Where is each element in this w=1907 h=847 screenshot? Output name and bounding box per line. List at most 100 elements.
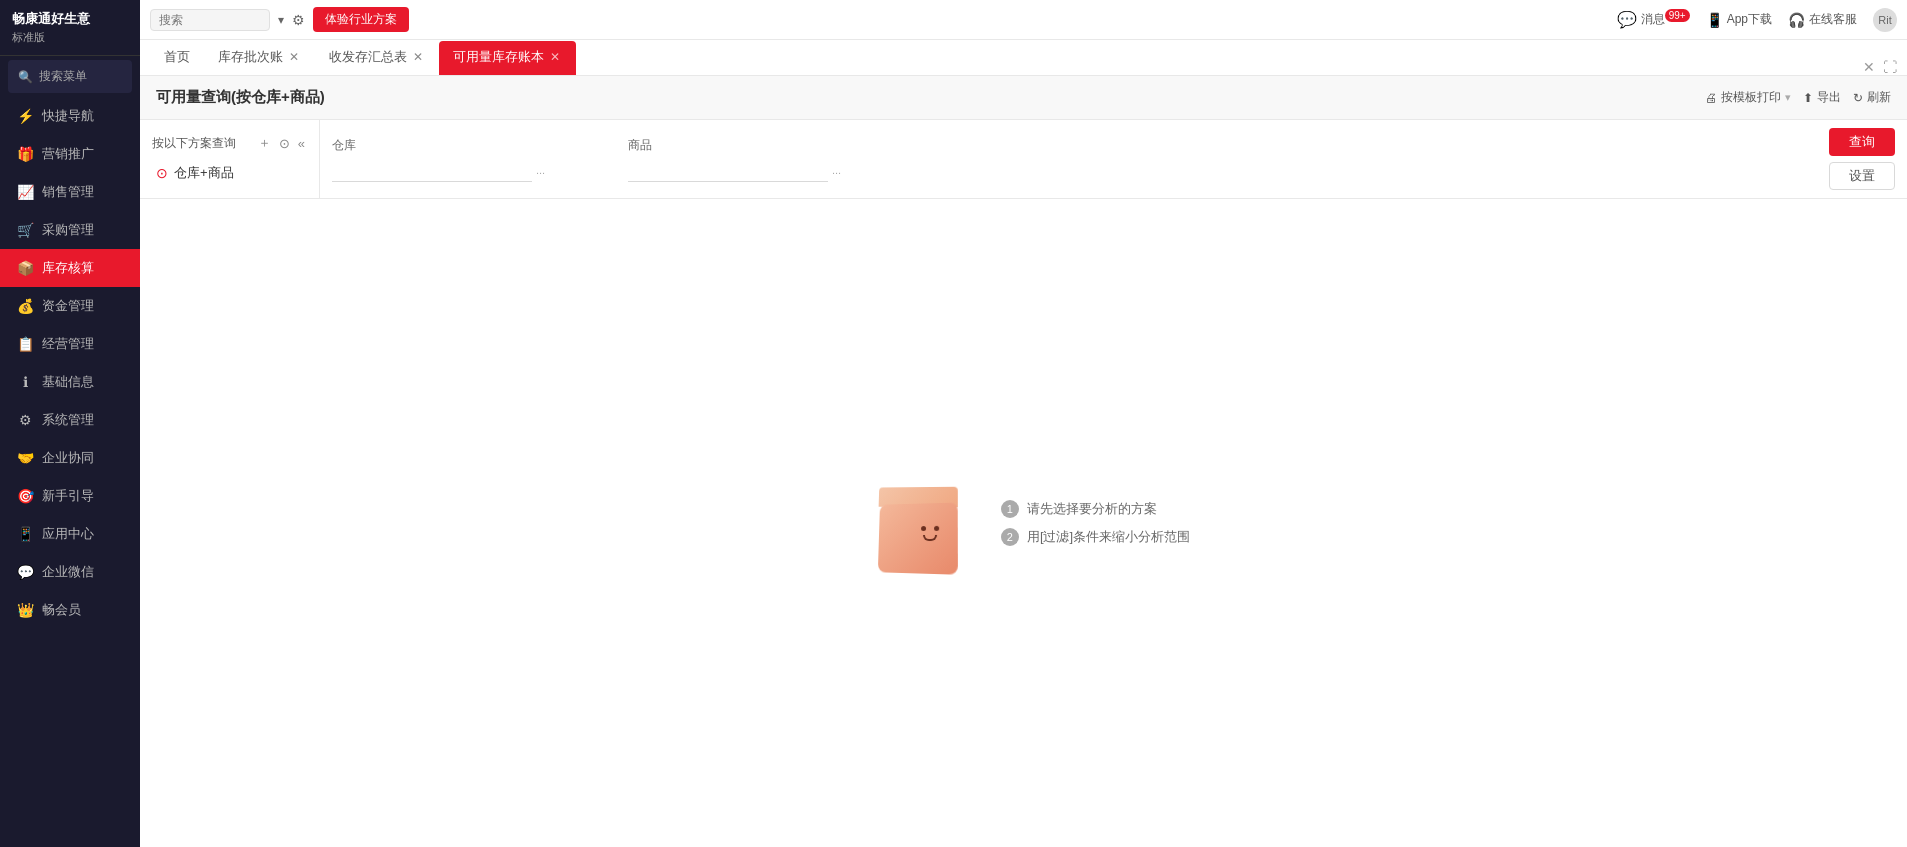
sidebar-item-sales[interactable]: 📈 销售管理 bbox=[0, 173, 140, 211]
tab-bar: 首页 库存批次账 ✕ 收发存汇总表 ✕ 可用量库存账本 ✕ ✕ ⛶ bbox=[140, 40, 1907, 76]
sidebar: 畅康通好生意 标准版 🔍 搜索菜单 ⚡ 快捷导航 🎁 营销推广 📈 销售管理 🛒… bbox=[0, 0, 140, 847]
sidebar-search[interactable]: 🔍 搜索菜单 bbox=[8, 60, 132, 93]
main-content: ▾ ⚙ 体验行业方案 💬 消息 99+ 📱 App下载 🎧 在线客服 Rit bbox=[140, 0, 1907, 847]
sidebar-item-app-center[interactable]: 📱 应用中心 bbox=[0, 515, 140, 553]
tab-batch[interactable]: 库存批次账 ✕ bbox=[204, 41, 315, 75]
query-action-buttons: 查询 设置 bbox=[1829, 128, 1895, 190]
notification-item[interactable]: 💬 消息 99+ bbox=[1617, 10, 1690, 29]
collapse-button[interactable]: « bbox=[296, 134, 307, 153]
sidebar-item-wechat[interactable]: 💬 企业微信 bbox=[0, 553, 140, 591]
trial-button[interactable]: 体验行业方案 bbox=[313, 7, 409, 32]
notification-badge: 99+ bbox=[1665, 9, 1690, 22]
print-button[interactable]: 🖨 按模板打印 ▾ bbox=[1705, 89, 1791, 106]
page-header: 可用量查询(按仓库+商品) 🖨 按模板打印 ▾ ⬆ 导出 ↻ 刷新 bbox=[140, 76, 1907, 120]
notification-label: 消息 bbox=[1641, 11, 1665, 28]
goods-input[interactable] bbox=[628, 158, 828, 182]
sidebar-item-quick-nav[interactable]: ⚡ 快捷导航 bbox=[0, 97, 140, 135]
manage-scheme-button[interactable]: ⊙ bbox=[277, 134, 292, 153]
print-icon: 🖨 bbox=[1705, 91, 1717, 105]
header-search-input[interactable] bbox=[150, 9, 270, 31]
sidebar-item-enterprise[interactable]: 🤝 企业协同 bbox=[0, 439, 140, 477]
tab-available-close[interactable]: ✕ bbox=[548, 50, 562, 64]
goods-more-btn[interactable]: ... bbox=[832, 164, 841, 176]
sidebar-item-finance[interactable]: 💰 资金管理 bbox=[0, 287, 140, 325]
query-scheme-header: 按以下方案查询 ＋ ⊙ « bbox=[140, 128, 319, 158]
member-icon: 👑 bbox=[16, 601, 34, 619]
sidebar-item-onboarding[interactable]: 🎯 新手引导 bbox=[0, 477, 140, 515]
sidebar-item-label: 企业协同 bbox=[42, 449, 94, 467]
warehouse-more-btn[interactable]: ... bbox=[536, 164, 545, 176]
hint-text-1: 请先选择要分析的方案 bbox=[1027, 500, 1157, 518]
top-header: ▾ ⚙ 体验行业方案 💬 消息 99+ 📱 App下载 🎧 在线客服 Rit bbox=[140, 0, 1907, 40]
hint-number-1: 1 bbox=[1001, 500, 1019, 518]
search-icon: 🔍 bbox=[18, 70, 33, 84]
tab-available-label: 可用量库存账本 bbox=[453, 48, 544, 66]
tab-batch-close[interactable]: ✕ bbox=[287, 50, 301, 64]
page-actions: 🖨 按模板打印 ▾ ⬆ 导出 ↻ 刷新 bbox=[1705, 89, 1891, 106]
sidebar-item-member[interactable]: 👑 畅会员 bbox=[0, 591, 140, 629]
sidebar-item-system[interactable]: ⚙ 系统管理 bbox=[0, 401, 140, 439]
sidebar-item-marketing[interactable]: 🎁 营销推广 bbox=[0, 135, 140, 173]
online-service-label: 在线客服 bbox=[1809, 11, 1857, 28]
empty-state: 1 请先选择要分析的方案 2 用[过滤]条件来缩小分析范围 bbox=[140, 199, 1907, 847]
query-scheme-panel: 按以下方案查询 ＋ ⊙ « ⊙ 仓库+商品 bbox=[140, 120, 320, 198]
notification-icon: 💬 bbox=[1617, 10, 1637, 29]
box-mouth bbox=[923, 534, 937, 540]
online-service-item[interactable]: 🎧 在线客服 bbox=[1788, 11, 1857, 28]
tab-summary[interactable]: 收发存汇总表 ✕ bbox=[315, 41, 439, 75]
sidebar-item-label: 资金管理 bbox=[42, 297, 94, 315]
export-button[interactable]: ⬆ 导出 bbox=[1803, 89, 1841, 106]
app-download-item[interactable]: 📱 App下载 bbox=[1706, 11, 1772, 28]
tab-available[interactable]: 可用量库存账本 ✕ bbox=[439, 41, 576, 75]
sidebar-item-label: 销售管理 bbox=[42, 183, 94, 201]
settings-config-button[interactable]: 设置 bbox=[1829, 162, 1895, 190]
inventory-icon: 📦 bbox=[16, 259, 34, 277]
hint-text-2: 用[过滤]条件来缩小分析范围 bbox=[1027, 528, 1190, 546]
quick-nav-icon: ⚡ bbox=[16, 107, 34, 125]
sidebar-search-label: 搜索菜单 bbox=[39, 68, 87, 85]
query-scheme-label: 按以下方案查询 bbox=[152, 135, 236, 152]
export-icon: ⬆ bbox=[1803, 91, 1813, 105]
sidebar-item-label: 经营管理 bbox=[42, 335, 94, 353]
dropdown-button[interactable]: ▾ bbox=[278, 13, 284, 27]
tab-maximize-button[interactable]: ⛶ bbox=[1883, 59, 1897, 75]
empty-hints: 1 请先选择要分析的方案 2 用[过滤]条件来缩小分析范围 bbox=[1001, 500, 1190, 546]
tab-close-window-button[interactable]: ✕ bbox=[1863, 59, 1875, 75]
sidebar-item-label: 系统管理 bbox=[42, 411, 94, 429]
wechat-icon: 💬 bbox=[16, 563, 34, 581]
app-subtitle: 标准版 bbox=[12, 30, 128, 45]
add-scheme-button[interactable]: ＋ bbox=[256, 132, 273, 154]
app-download-label: App下载 bbox=[1727, 11, 1772, 28]
tab-bar-actions: ✕ ⛶ bbox=[1863, 59, 1897, 75]
box-body bbox=[878, 502, 958, 574]
onboarding-icon: 🎯 bbox=[16, 487, 34, 505]
scheme-label: 仓库+商品 bbox=[174, 164, 234, 182]
scheme-warehouse-goods[interactable]: ⊙ 仓库+商品 bbox=[140, 158, 319, 188]
finance-icon: 💰 bbox=[16, 297, 34, 315]
sidebar-nav: ⚡ 快捷导航 🎁 营销推广 📈 销售管理 🛒 采购管理 📦 库存核算 💰 资金管… bbox=[0, 97, 140, 847]
sidebar-item-label: 新手引导 bbox=[42, 487, 94, 505]
user-name: Rit bbox=[1878, 14, 1891, 26]
hint-number-2: 2 bbox=[1001, 528, 1019, 546]
tab-summary-close[interactable]: ✕ bbox=[411, 50, 425, 64]
sidebar-item-inventory[interactable]: 📦 库存核算 bbox=[0, 249, 140, 287]
phone-icon: 📱 bbox=[1706, 12, 1723, 28]
tab-home[interactable]: 首页 bbox=[150, 41, 204, 75]
refresh-icon: ↻ bbox=[1853, 91, 1863, 105]
empty-illustration bbox=[857, 463, 977, 583]
sidebar-item-basic[interactable]: ℹ 基础信息 bbox=[0, 363, 140, 401]
empty-hint-1: 1 请先选择要分析的方案 bbox=[1001, 500, 1190, 518]
refresh-button[interactable]: ↻ 刷新 bbox=[1853, 89, 1891, 106]
query-button[interactable]: 查询 bbox=[1829, 128, 1895, 156]
warehouse-field: 仓库 ... bbox=[332, 137, 612, 182]
goods-input-row: ... bbox=[628, 158, 908, 182]
warehouse-input[interactable] bbox=[332, 158, 532, 182]
sidebar-item-operations[interactable]: 📋 经营管理 bbox=[0, 325, 140, 363]
user-profile[interactable]: Rit bbox=[1873, 8, 1897, 32]
sidebar-item-purchase[interactable]: 🛒 采购管理 bbox=[0, 211, 140, 249]
box-eyes bbox=[921, 525, 939, 530]
tab-summary-label: 收发存汇总表 bbox=[329, 48, 407, 66]
right-eye bbox=[934, 525, 939, 530]
purchase-icon: 🛒 bbox=[16, 221, 34, 239]
settings-button[interactable]: ⚙ bbox=[292, 12, 305, 28]
